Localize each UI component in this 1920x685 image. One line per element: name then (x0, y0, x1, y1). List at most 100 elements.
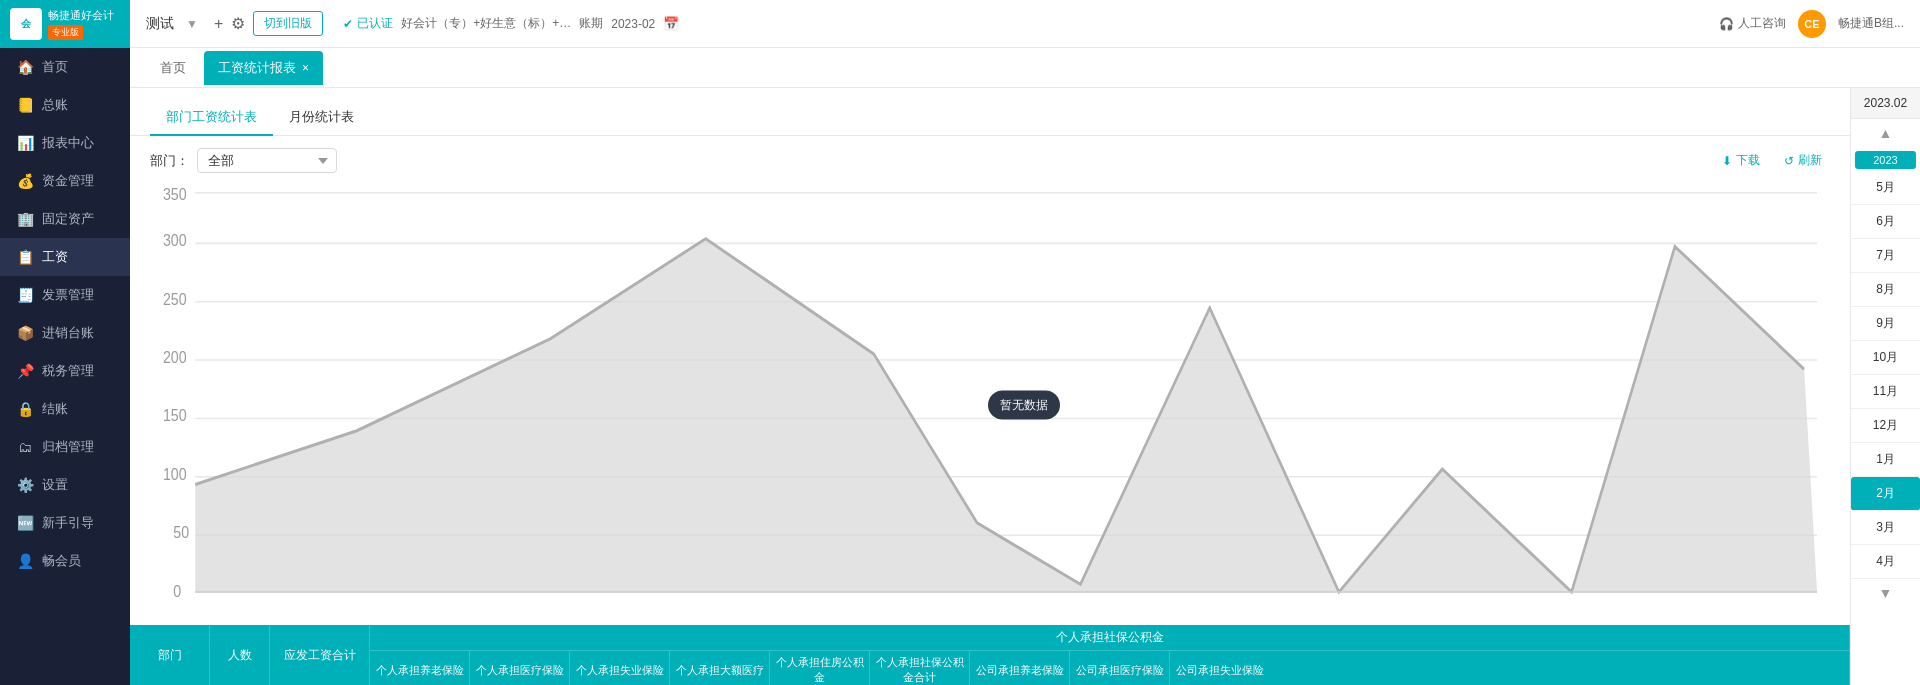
tabs-bar: 首页工资统计报表× (130, 48, 1920, 88)
guide-icon: 🆕 (16, 515, 34, 531)
th-group-col-5: 个人承担社保公积金合计 (870, 651, 970, 685)
add-icon[interactable]: + (214, 15, 223, 33)
th-dept: 部门 (130, 625, 210, 685)
content-main: 部门工资统计表月份统计表 部门： 全部 ⬇ 下载 ↺ (130, 88, 1850, 685)
rp-month-item-3[interactable]: 8月 (1851, 273, 1920, 307)
rp-month-item-11[interactable]: 4月 (1851, 545, 1920, 579)
sidebar-item-invoice[interactable]: 🧾 发票管理 (0, 276, 130, 314)
sidebar-label-funds: 资金管理 (42, 172, 94, 190)
rp-up-arrow[interactable]: ▲ (1851, 119, 1920, 147)
toolbar-right: ⬇ 下载 ↺ 刷新 (1714, 148, 1830, 173)
svg-text:350: 350 (163, 185, 187, 203)
th-group-cols: 个人承担养老保险个人承担医疗保险个人承担失业保险个人承担大额医疗个人承担住房公积… (370, 651, 1849, 685)
sidebar-item-sales[interactable]: 📦进销台账 (0, 314, 130, 352)
sub-tab-monthly[interactable]: 月份统计表 (273, 100, 370, 136)
user-name: 畅捷通B组... (1838, 15, 1904, 32)
th-group-col-4: 个人承担住房公积金 (770, 651, 870, 685)
refresh-label: 刷新 (1798, 152, 1822, 169)
tags-text: 好会计（专）+好生意（标）+… (401, 15, 571, 32)
svg-text:50: 50 (173, 523, 189, 541)
th-group-title: 个人承担社保公积金 (370, 625, 1849, 651)
rp-month-item-5[interactable]: 10月 (1851, 341, 1920, 375)
th-group-col-3: 个人承担大额医疗 (670, 651, 770, 685)
sales-icon: 📦 (16, 325, 34, 341)
sidebar-item-archive[interactable]: 🗂归档管理 (0, 428, 130, 466)
sidebar-label-guide: 新手引导 (42, 514, 94, 532)
rp-month-item-8[interactable]: 1月 (1851, 443, 1920, 477)
toolbar-left: 部门： 全部 (150, 148, 337, 173)
user-avatar[interactable]: CE (1798, 10, 1826, 38)
tab-salary-report[interactable]: 工资统计报表× (204, 51, 323, 85)
sidebar-label-close: 结账 (42, 400, 68, 418)
topbar-title: 测试 (146, 15, 174, 33)
sidebar-label-tax: 税务管理 (42, 362, 94, 380)
settings-icon[interactable]: ⚙ (231, 14, 245, 33)
sidebar-label-archive: 归档管理 (42, 438, 94, 456)
rp-month-item-10[interactable]: 3月 (1851, 511, 1920, 545)
sidebar-item-settings[interactable]: ⚙️ 设置 (0, 466, 130, 504)
rp-month-item-9[interactable]: 2月 (1851, 477, 1920, 511)
content-area: 部门工资统计表月份统计表 部门： 全部 ⬇ 下载 ↺ (130, 88, 1920, 685)
rp-month-item-1[interactable]: 6月 (1851, 205, 1920, 239)
topbar-arrow-icon: ▼ (186, 17, 198, 31)
th-group-col-8: 公司承担失业保险 (1170, 651, 1270, 685)
sidebar-item-guide[interactable]: 🆕 新手引导 (0, 504, 130, 542)
svg-text:100: 100 (163, 465, 187, 483)
download-btn[interactable]: ⬇ 下载 (1714, 148, 1768, 173)
switch-old-btn[interactable]: 切到旧版 (253, 11, 323, 36)
sidebar-item-reports[interactable]: 📊报表中心 (0, 124, 130, 162)
rp-date[interactable]: 2023.02 (1851, 88, 1920, 119)
sidebar-label-settings: 设置 (42, 476, 68, 494)
ledger-icon: 📒 (16, 97, 34, 113)
th-group-col-0: 个人承担养老保险 (370, 651, 470, 685)
right-panel: 2023.02 ▲ 2023 5月6月7月8月9月10月11月12月1月2月3月4… (1850, 88, 1920, 685)
sidebar-label-home: 首页 (42, 58, 68, 76)
download-label: 下载 (1736, 152, 1760, 169)
table-header: 部门 人数 应发工资合计 个人承担社保公积金 个人承担养老保险个人承担医疗保险个… (130, 625, 1850, 685)
svg-text:300: 300 (163, 231, 187, 249)
logo-text-block: 畅捷通好会计 专业版 (48, 8, 114, 40)
th-group-col-7: 公司承担医疗保险 (1070, 651, 1170, 685)
sidebar-item-funds[interactable]: 💰资金管理 (0, 162, 130, 200)
tab-home[interactable]: 首页 (146, 51, 200, 85)
th-group-col-6: 公司承担养老保险 (970, 651, 1070, 685)
rp-month-item-7[interactable]: 12月 (1851, 409, 1920, 443)
th-group-col-2: 个人承担失业保险 (570, 651, 670, 685)
rp-month-item-4[interactable]: 9月 (1851, 307, 1920, 341)
toolbar: 部门： 全部 ⬇ 下载 ↺ 刷新 (130, 136, 1850, 185)
chart-container: 0 50 100 150 200 250 300 350 (130, 185, 1850, 625)
topbar: 测试 ▼ + ⚙ 切到旧版 ✔ 已认证 好会计（专）+好生意（标）+… 账期 2… (130, 0, 1920, 48)
settings-icon: ⚙️ (16, 477, 34, 493)
main-content: 测试 ▼ + ⚙ 切到旧版 ✔ 已认证 好会计（专）+好生意（标）+… 账期 2… (130, 0, 1920, 685)
sub-tab-dept[interactable]: 部门工资统计表 (150, 100, 273, 136)
sidebar-item-member[interactable]: 👤畅会员 (0, 542, 130, 580)
rp-month-item-6[interactable]: 11月 (1851, 375, 1920, 409)
calendar-icon[interactable]: 📅 (663, 16, 679, 31)
invoice-icon: 🧾 (16, 287, 34, 303)
sidebar-item-close[interactable]: 🔒 结账 (0, 390, 130, 428)
chart-svg: 0 50 100 150 200 250 300 350 (150, 185, 1830, 615)
rp-down-arrow[interactable]: ▼ (1851, 579, 1920, 607)
sidebar-item-salary[interactable]: 📋工资 (0, 238, 130, 276)
svg-text:250: 250 (163, 290, 187, 308)
sidebar-item-ledger[interactable]: 📒总账 (0, 86, 130, 124)
help-btn[interactable]: 🎧 人工咨询 (1719, 15, 1786, 32)
sidebar-item-home[interactable]: 🏠首页 (0, 48, 130, 86)
sidebar-logo: 会 畅捷通好会计 专业版 (0, 0, 130, 48)
close-icon: 🔒 (16, 401, 34, 417)
rp-month-item-2[interactable]: 7月 (1851, 239, 1920, 273)
sidebar-item-assets[interactable]: 🏢固定资产 (0, 200, 130, 238)
svg-text:150: 150 (163, 406, 187, 424)
rp-year-badge: 2023 (1855, 151, 1916, 169)
refresh-btn[interactable]: ↺ 刷新 (1776, 148, 1830, 173)
sidebar-label-reports: 报表中心 (42, 134, 94, 152)
sidebar-label-invoice: 发票管理 (42, 286, 94, 304)
rp-month-item-0[interactable]: 5月 (1851, 171, 1920, 205)
sub-tab-list: 部门工资统计表月份统计表 (150, 100, 370, 135)
sidebar-item-tax[interactable]: 📌 税务管理 (0, 352, 130, 390)
sub-tabs: 部门工资统计表月份统计表 (130, 88, 1850, 136)
download-icon: ⬇ (1722, 154, 1732, 168)
dept-select[interactable]: 全部 (197, 148, 337, 173)
tab-close-salary-report[interactable]: × (302, 61, 309, 75)
tax-icon: 📌 (16, 363, 34, 379)
